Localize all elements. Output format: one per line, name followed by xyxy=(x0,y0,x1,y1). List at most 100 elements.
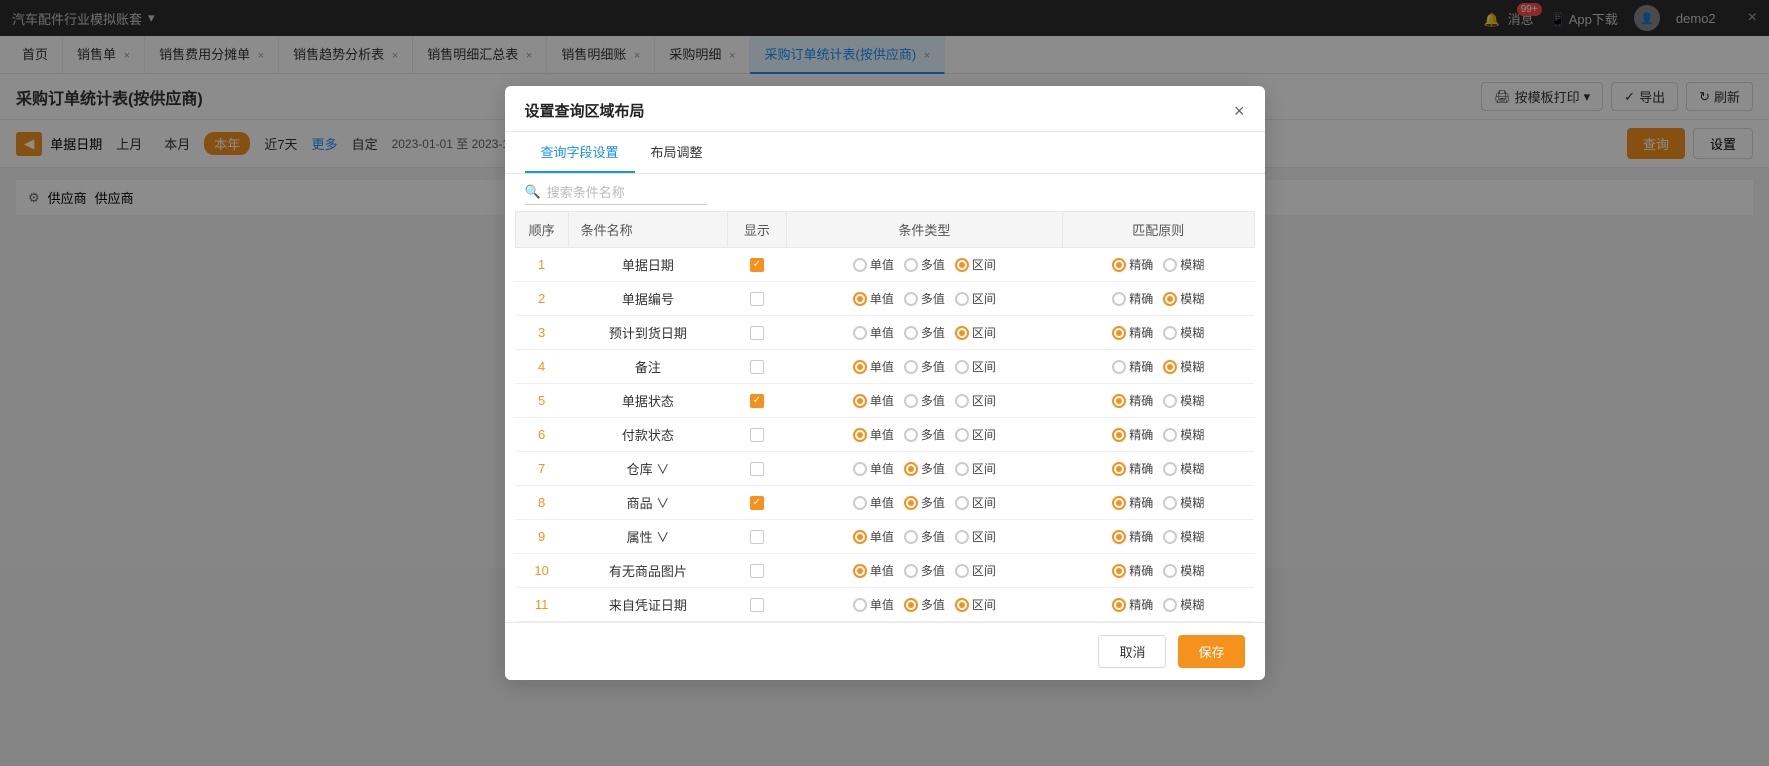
radio-fuzzy[interactable]: 模糊 xyxy=(1163,562,1204,579)
cancel-btn[interactable]: 取消 xyxy=(1098,635,1166,668)
radio-multi[interactable]: 多值 xyxy=(904,358,945,375)
display-checkbox[interactable] xyxy=(750,530,764,544)
table-row: 1单据日期 单值 多值 区间 精确 模糊 xyxy=(515,248,1254,282)
radio-exact[interactable]: 精确 xyxy=(1112,358,1153,375)
radio-fuzzy[interactable]: 模糊 xyxy=(1163,460,1204,477)
radio-multi[interactable]: 多值 xyxy=(904,528,945,545)
radio-range[interactable]: 区间 xyxy=(955,426,996,443)
display-checkbox[interactable] xyxy=(750,564,764,578)
row-condition-type: 单值 多值 区间 xyxy=(786,486,1062,520)
radio-range[interactable]: 区间 xyxy=(955,358,996,375)
display-checkbox[interactable] xyxy=(750,292,764,306)
modal-tab-layout[interactable]: 布局调整 xyxy=(635,132,719,173)
radio-multi[interactable]: 多值 xyxy=(904,426,945,443)
display-checkbox[interactable] xyxy=(750,598,764,612)
radio-single[interactable]: 单值 xyxy=(853,494,894,511)
radio-exact[interactable]: 精确 xyxy=(1112,392,1153,409)
radio-multi[interactable]: 多值 xyxy=(904,562,945,579)
radio-fuzzy[interactable]: 模糊 xyxy=(1163,256,1204,273)
radio-single-circle xyxy=(853,292,867,306)
display-checkbox[interactable] xyxy=(750,496,764,510)
radio-range[interactable]: 区间 xyxy=(955,324,996,341)
radio-single[interactable]: 单值 xyxy=(853,358,894,375)
radio-multi[interactable]: 多值 xyxy=(904,256,945,273)
radio-fuzzy[interactable]: 模糊 xyxy=(1163,528,1204,545)
radio-single[interactable]: 单值 xyxy=(853,528,894,545)
radio-exact[interactable]: 精确 xyxy=(1112,596,1153,613)
radio-multi-circle xyxy=(904,530,918,544)
table-row: 5单据状态 单值 多值 区间 精确 模糊 xyxy=(515,384,1254,418)
search-input-wrap: 🔍 xyxy=(525,184,707,205)
radio-multi[interactable]: 多值 xyxy=(904,494,945,511)
row-order: 2 xyxy=(515,282,568,316)
table-row: 11来自凭证日期 单值 多值 区间 精确 模糊 xyxy=(515,588,1254,622)
radio-single[interactable]: 单值 xyxy=(853,562,894,579)
th-display: 显示 xyxy=(728,212,786,248)
radio-exact[interactable]: 精确 xyxy=(1112,528,1153,545)
radio-range-circle xyxy=(955,564,969,578)
radio-exact[interactable]: 精确 xyxy=(1112,256,1153,273)
radio-single[interactable]: 单值 xyxy=(853,324,894,341)
radio-multi[interactable]: 多值 xyxy=(904,392,945,409)
radio-exact[interactable]: 精确 xyxy=(1112,494,1153,511)
radio-multi-circle xyxy=(904,360,918,374)
display-checkbox[interactable] xyxy=(750,326,764,340)
radio-exact[interactable]: 精确 xyxy=(1112,460,1153,477)
radio-range[interactable]: 区间 xyxy=(955,528,996,545)
row-name: 仓库 ∨ xyxy=(568,452,727,486)
radio-range[interactable]: 区间 xyxy=(955,392,996,409)
radio-range[interactable]: 区间 xyxy=(955,494,996,511)
radio-exact[interactable]: 精确 xyxy=(1112,562,1153,579)
radio-fuzzy[interactable]: 模糊 xyxy=(1163,426,1204,443)
display-checkbox[interactable] xyxy=(750,428,764,442)
radio-multi[interactable]: 多值 xyxy=(904,460,945,477)
row-condition-type: 单值 多值 区间 xyxy=(786,350,1062,384)
radio-single[interactable]: 单值 xyxy=(853,460,894,477)
row-name: 商品 ∨ xyxy=(568,486,727,520)
radio-single[interactable]: 单值 xyxy=(853,256,894,273)
display-checkbox[interactable] xyxy=(750,462,764,476)
radio-fuzzy[interactable]: 模糊 xyxy=(1163,392,1204,409)
radio-single[interactable]: 单值 xyxy=(853,426,894,443)
row-match-rule: 精确 模糊 xyxy=(1063,588,1254,622)
display-checkbox[interactable] xyxy=(750,258,764,272)
radio-range[interactable]: 区间 xyxy=(955,562,996,579)
radio-exact[interactable]: 精确 xyxy=(1112,324,1153,341)
row-order: 5 xyxy=(515,384,568,418)
radio-multi-circle xyxy=(904,428,918,442)
save-btn[interactable]: 保存 xyxy=(1178,635,1244,668)
radio-single[interactable]: 单值 xyxy=(853,596,894,613)
search-input[interactable] xyxy=(547,185,707,200)
radio-fuzzy[interactable]: 模糊 xyxy=(1163,290,1204,307)
radio-fuzzy[interactable]: 模糊 xyxy=(1163,358,1204,375)
radio-single[interactable]: 单值 xyxy=(853,290,894,307)
radio-exact-circle xyxy=(1112,292,1126,306)
radio-exact[interactable]: 精确 xyxy=(1112,426,1153,443)
radio-multi[interactable]: 多值 xyxy=(904,324,945,341)
modal-footer: 取消 保存 xyxy=(505,622,1265,680)
radio-multi[interactable]: 多值 xyxy=(904,290,945,307)
radio-range[interactable]: 区间 xyxy=(955,596,996,613)
radio-range[interactable]: 区间 xyxy=(955,460,996,477)
th-rule: 匹配原则 xyxy=(1063,212,1254,248)
radio-multi[interactable]: 多值 xyxy=(904,596,945,613)
modal-overlay[interactable]: 设置查询区域布局 × 查询字段设置 布局调整 🔍 xyxy=(0,0,1769,766)
radio-range[interactable]: 区间 xyxy=(955,256,996,273)
display-checkbox[interactable] xyxy=(750,360,764,374)
row-order: 6 xyxy=(515,418,568,452)
radio-single-circle xyxy=(853,564,867,578)
display-checkbox[interactable] xyxy=(750,394,764,408)
radio-fuzzy[interactable]: 模糊 xyxy=(1163,596,1204,613)
radio-exact[interactable]: 精确 xyxy=(1112,290,1153,307)
th-name: 条件名称 xyxy=(568,212,727,248)
radio-fuzzy[interactable]: 模糊 xyxy=(1163,324,1204,341)
radio-fuzzy[interactable]: 模糊 xyxy=(1163,494,1204,511)
modal-tab-query[interactable]: 查询字段设置 xyxy=(525,132,635,173)
radio-single[interactable]: 单值 xyxy=(853,392,894,409)
radio-fuzzy-circle xyxy=(1163,564,1177,578)
row-match-rule: 精确 模糊 xyxy=(1063,486,1254,520)
radio-single-circle xyxy=(853,258,867,272)
radio-range[interactable]: 区间 xyxy=(955,290,996,307)
modal-close-btn[interactable]: × xyxy=(1234,102,1245,120)
radio-exact-circle xyxy=(1112,394,1126,408)
